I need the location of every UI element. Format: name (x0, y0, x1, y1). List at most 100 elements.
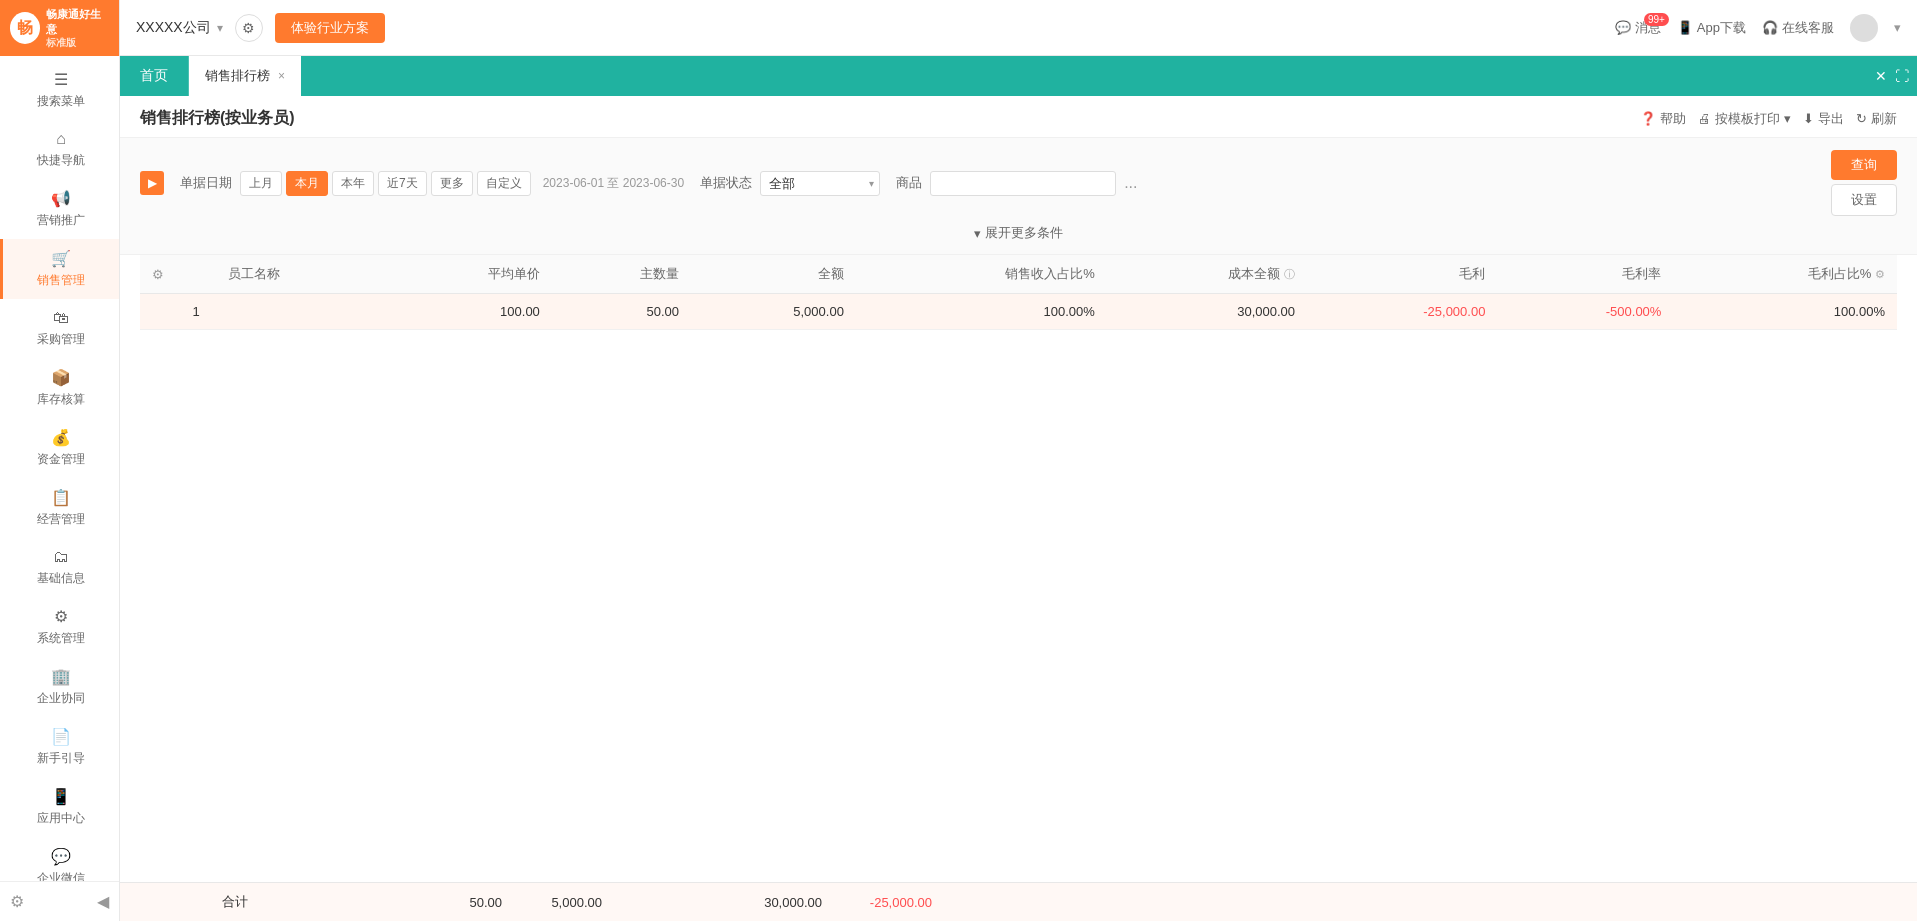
sidebar-item-enterprise-wechat[interactable]: 💬 企业微信 (0, 837, 119, 881)
goods-input[interactable] (930, 171, 1116, 196)
industry-btn[interactable]: 体验行业方案 (275, 13, 385, 43)
sidebar-item-marketing[interactable]: 📢 营销推广 (0, 179, 119, 239)
date-btn-this-month[interactable]: 本月 (286, 171, 328, 196)
expand-icon: ▾ (974, 226, 981, 241)
settings-small-btn[interactable]: 设置 (1831, 184, 1897, 216)
page-panel: 销售排行榜(按业务员) ❓ 帮助 🖨 按模板打印 ▾ ⬇ 导出 (120, 96, 1917, 921)
sales-mgmt-icon: 🛒 (51, 249, 71, 268)
row-gross-pct: 100.00% (1673, 294, 1897, 330)
export-btn[interactable]: ⬇ 导出 (1803, 110, 1844, 128)
col-amount: 全额 (691, 255, 856, 294)
sidebar-item-quick-nav[interactable]: ⌂ 快捷导航 (0, 120, 119, 179)
filter-row: ▶ 单据日期 上月 本月 本年 近7天 更多 自定义 2023-06-01 至 … (140, 150, 1897, 216)
company-selector[interactable]: XXXXX公司 ▾ (136, 19, 223, 37)
refresh-btn[interactable]: ↻ 刷新 (1856, 110, 1897, 128)
date-btn-more[interactable]: 更多 (431, 171, 473, 196)
fullscreen-icon[interactable]: ⛶ (1895, 68, 1909, 84)
sidebar-item-inventory[interactable]: 📦 库存核算 (0, 358, 119, 418)
row-gross-margin: -500.00% (1497, 294, 1673, 330)
footer-settings-icon[interactable]: ⚙ (10, 892, 24, 911)
sidebar-item-enterprise-collab[interactable]: 🏢 企业协同 (0, 657, 119, 717)
sidebar-item-sales-mgmt[interactable]: 🛒 销售管理 (0, 239, 119, 299)
date-btn-last-month[interactable]: 上月 (240, 171, 282, 196)
tab-active[interactable]: 销售排行榜 × (189, 56, 301, 96)
date-btn-last-7days[interactable]: 近7天 (378, 171, 427, 196)
finance-icon: 💰 (51, 428, 71, 447)
col-main-qty: 主数量 (552, 255, 691, 294)
date-btn-custom[interactable]: 自定义 (477, 171, 531, 196)
sidebar-item-app-center[interactable]: 📱 应用中心 (0, 777, 119, 837)
footer-cost-amount: 30,000.00 (712, 895, 822, 910)
page-actions: ❓ 帮助 🖨 按模板打印 ▾ ⬇ 导出 ↻ 刷新 (1640, 110, 1897, 128)
col-gross-margin: 毛利率 (1497, 255, 1673, 294)
sidebar-footer: ⚙ ◀ (0, 881, 119, 921)
tab-close-btn[interactable]: × (278, 69, 285, 83)
headset-icon: 🎧 (1762, 20, 1778, 35)
header-settings-btn[interactable]: ⚙ (235, 14, 263, 42)
expand-row: ▾ 展开更多条件 (140, 224, 1897, 242)
col-settings[interactable]: ⚙ (140, 255, 176, 294)
status-select[interactable]: 全部 已确认 待确认 (760, 171, 880, 196)
table-footer: 合计 50.00 5,000.00 30,000.00 -25,000.00 (120, 882, 1917, 921)
col-rank (176, 255, 216, 294)
filter-goods: 商品 ... (896, 171, 1137, 196)
purchase-mgmt-icon: 🛍 (53, 309, 69, 327)
row-settings (140, 294, 176, 330)
enterprise-collab-icon: 🏢 (51, 667, 71, 686)
quick-nav-icon: ⌂ (56, 130, 66, 148)
basic-info-icon: 🗂 (53, 548, 69, 566)
online-service-btn[interactable]: 🎧 在线客服 (1762, 19, 1834, 37)
table-header-row: ⚙ 员工名称 平均单价 主数量 全额 销售收入占比% 成本全额 ⓘ 毛利 毛利率… (140, 255, 1897, 294)
status-label: 单据状态 (700, 174, 752, 192)
top-header: XXXXX公司 ▾ ⚙ 体验行业方案 💬 消息 99+ 📱 App下载 🎧 在线… (120, 0, 1917, 56)
tab-home[interactable]: 首页 (120, 56, 189, 96)
col-sales-pct: 销售收入占比% (856, 255, 1107, 294)
tab-bar-right: ✕ ⛶ (1875, 68, 1917, 84)
sys-mgmt-icon: ⚙ (54, 607, 68, 626)
logo-icon: 畅 (10, 12, 40, 44)
close-window-icon[interactable]: ✕ (1875, 68, 1887, 84)
print-icon: 🖨 (1698, 111, 1711, 126)
footer-gross-profit: -25,000.00 (822, 895, 932, 910)
sidebar-item-basic-info[interactable]: 🗂 基础信息 (0, 538, 119, 597)
sidebar-item-search-orders[interactable]: ☰ 搜索菜单 (0, 60, 119, 120)
company-dropdown-arrow: ▾ (217, 21, 223, 35)
sidebar-nav: ☰ 搜索菜单 ⌂ 快捷导航 📢 营销推广 🛒 销售管理 🛍 采购管理 📦 库存核… (0, 56, 119, 881)
footer-main-qty: 50.00 (422, 895, 502, 910)
app-download-btn[interactable]: 📱 App下载 (1677, 19, 1746, 37)
goods-ellipsis-btn[interactable]: ... (1124, 174, 1137, 192)
data-table: ⚙ 员工名称 平均单价 主数量 全额 销售收入占比% 成本全额 ⓘ 毛利 毛利率… (140, 255, 1897, 330)
date-label: 单据日期 (180, 174, 232, 192)
notification-badge: 99+ (1644, 13, 1669, 26)
expand-more-btn[interactable]: ▾ 展开更多条件 (974, 224, 1063, 242)
help-btn[interactable]: ❓ 帮助 (1640, 110, 1686, 128)
notification-btn[interactable]: 💬 消息 99+ (1615, 19, 1661, 37)
sidebar-item-finance[interactable]: 💰 资金管理 (0, 418, 119, 478)
query-btn[interactable]: 查询 (1831, 150, 1897, 180)
content-area: 销售排行榜(按业务员) ❓ 帮助 🖨 按模板打印 ▾ ⬇ 导出 (120, 96, 1917, 921)
user-avatar[interactable] (1850, 14, 1878, 42)
row-avg-price: 100.00 (384, 294, 552, 330)
status-select-wrap: 全部 已确认 待确认 (760, 171, 880, 196)
sidebar-item-ops-mgmt[interactable]: 📋 经营管理 (0, 478, 119, 538)
col-avg-price: 平均单价 (384, 255, 552, 294)
filter-right-btns: 查询 设置 (1831, 150, 1897, 216)
table-row: 1 100.00 50.00 5,000.00 100.00% 30,000.0… (140, 294, 1897, 330)
message-icon: 💬 (1615, 20, 1631, 35)
sidebar-item-sys-mgmt[interactable]: ⚙ 系统管理 (0, 597, 119, 657)
marketing-icon: 📢 (51, 189, 71, 208)
row-employee (216, 294, 384, 330)
row-main-qty: 50.00 (552, 294, 691, 330)
print-dropdown-icon: ▾ (1784, 111, 1791, 126)
tab-bar: 首页 销售排行榜 × ✕ ⛶ (120, 56, 1917, 96)
filter-toggle-btn[interactable]: ▶ (140, 171, 164, 195)
main-area: XXXXX公司 ▾ ⚙ 体验行业方案 💬 消息 99+ 📱 App下载 🎧 在线… (120, 0, 1917, 921)
company-name: XXXXX公司 (136, 19, 211, 37)
date-btn-this-year[interactable]: 本年 (332, 171, 374, 196)
export-icon: ⬇ (1803, 111, 1814, 126)
page-title: 销售排行榜(按业务员) (140, 108, 295, 129)
footer-collapse-icon[interactable]: ◀ (97, 892, 109, 911)
print-btn[interactable]: 🖨 按模板打印 ▾ (1698, 110, 1791, 128)
sidebar-item-beginner-guide[interactable]: 📄 新手引导 (0, 717, 119, 777)
sidebar-item-purchase-mgmt[interactable]: 🛍 采购管理 (0, 299, 119, 358)
